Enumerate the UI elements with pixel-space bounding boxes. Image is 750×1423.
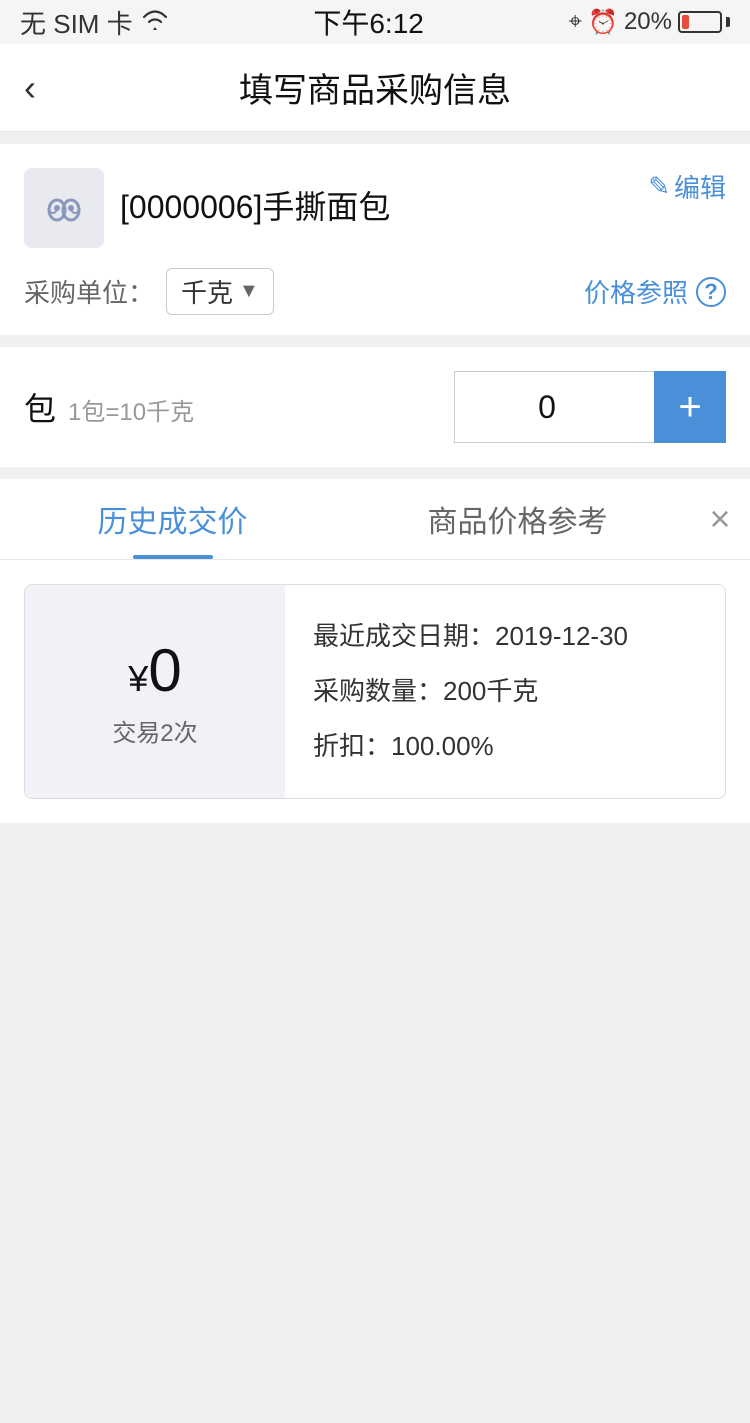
product-logo [24,168,104,248]
currency-symbol: ¥ [128,658,148,699]
price-card-left: ¥0 交易2次 [25,585,285,798]
unit-select[interactable]: 千克 ▼ [166,268,274,315]
back-button[interactable]: ‹ [24,67,36,109]
price-card-right: 最近成交日期：2019-12-30 采购数量：200千克 折扣：100.00% [285,585,725,798]
tab-history-price[interactable]: 历史成交价 [0,479,345,559]
history-content: ¥0 交易2次 最近成交日期：2019-12-30 采购数量：200千克 折扣：… [0,560,750,823]
date-value: 2019-12-30 [495,621,628,651]
quantity-label: 包 1包=10千克 [24,384,194,430]
price-date-row: 最近成交日期：2019-12-30 [313,617,697,656]
bottom-area [0,823,750,1423]
tab-bar: 历史成交价 商品价格参考 × [0,479,750,560]
price-card: ¥0 交易2次 最近成交日期：2019-12-30 采购数量：200千克 折扣：… [24,584,726,799]
product-left: [0000006]手撕面包 [24,168,390,248]
status-bar: 无 SIM 卡 下午6:12 ⌖ ⏰ 20% [0,0,750,44]
status-time: 下午6:12 [313,2,424,42]
quantity-control: + [454,371,726,443]
plus-icon: + [678,385,701,430]
tab-section: 历史成交价 商品价格参考 × ¥0 交易2次 最近成交日期：2019-12-30… [0,479,750,823]
date-label: 最近成交日期： [313,621,495,651]
edit-label: 编辑 [674,168,726,205]
nav-bar: ‹ 填写商品采购信息 [0,44,750,132]
price-discount-row: 折扣：100.00% [313,727,697,766]
wifi-icon [141,7,169,38]
discount-label: 折扣： [313,731,391,761]
tab-history-label: 历史成交价 [98,497,248,541]
price-number: 0 [148,637,181,704]
unit-value: 千克 [181,273,233,310]
quantity-hint: 1包=10千克 [68,392,194,427]
quantity-unit: 包 [24,384,56,430]
dropdown-arrow-icon: ▼ [239,280,259,303]
quantity-section: 包 1包=10千克 + [0,347,750,467]
tab-close-button[interactable]: × [690,479,750,559]
product-unit-row: 采购单位： 千克 ▼ 价格参照 ? [24,268,726,315]
discount-value: 100.00% [391,731,494,761]
trade-count: 交易2次 [112,713,197,748]
status-right: ⌖ ⏰ 20% [569,8,730,37]
page-title: 填写商品采购信息 [239,63,511,112]
battery-indicator [678,11,730,33]
alarm-icon: ⏰ [588,8,618,37]
product-section: [0000006]手撕面包 ✎ 编辑 采购单位： 千克 ▼ 价格参照 ? [0,144,750,335]
qty-value: 200千克 [443,676,538,706]
quantity-input[interactable] [454,371,654,443]
tab-price-ref[interactable]: 商品价格参考 [345,479,690,559]
product-header: [0000006]手撕面包 ✎ 编辑 [24,168,726,248]
location-icon: ⌖ [569,8,583,36]
qty-label: 采购数量： [313,676,443,706]
tab-priceref-label: 商品价格参考 [428,497,608,541]
unit-label: 采购单位： [24,273,154,310]
edit-button[interactable]: ✎ 编辑 [648,168,726,205]
price-qty-row: 采购数量：200千克 [313,672,697,711]
price-ref-button[interactable]: 价格参照 ? [584,273,726,310]
quantity-plus-button[interactable]: + [654,371,726,443]
carrier-label: 无 SIM 卡 [20,4,133,41]
price-ref-label: 价格参照 [584,273,688,310]
price-value: ¥0 [128,636,181,705]
status-left: 无 SIM 卡 [20,4,169,41]
close-icon: × [709,498,730,540]
price-ref-icon: ? [696,277,726,307]
product-name: [0000006]手撕面包 [120,187,390,229]
edit-icon: ✎ [648,171,670,202]
battery-percentage: 20% [624,8,672,36]
